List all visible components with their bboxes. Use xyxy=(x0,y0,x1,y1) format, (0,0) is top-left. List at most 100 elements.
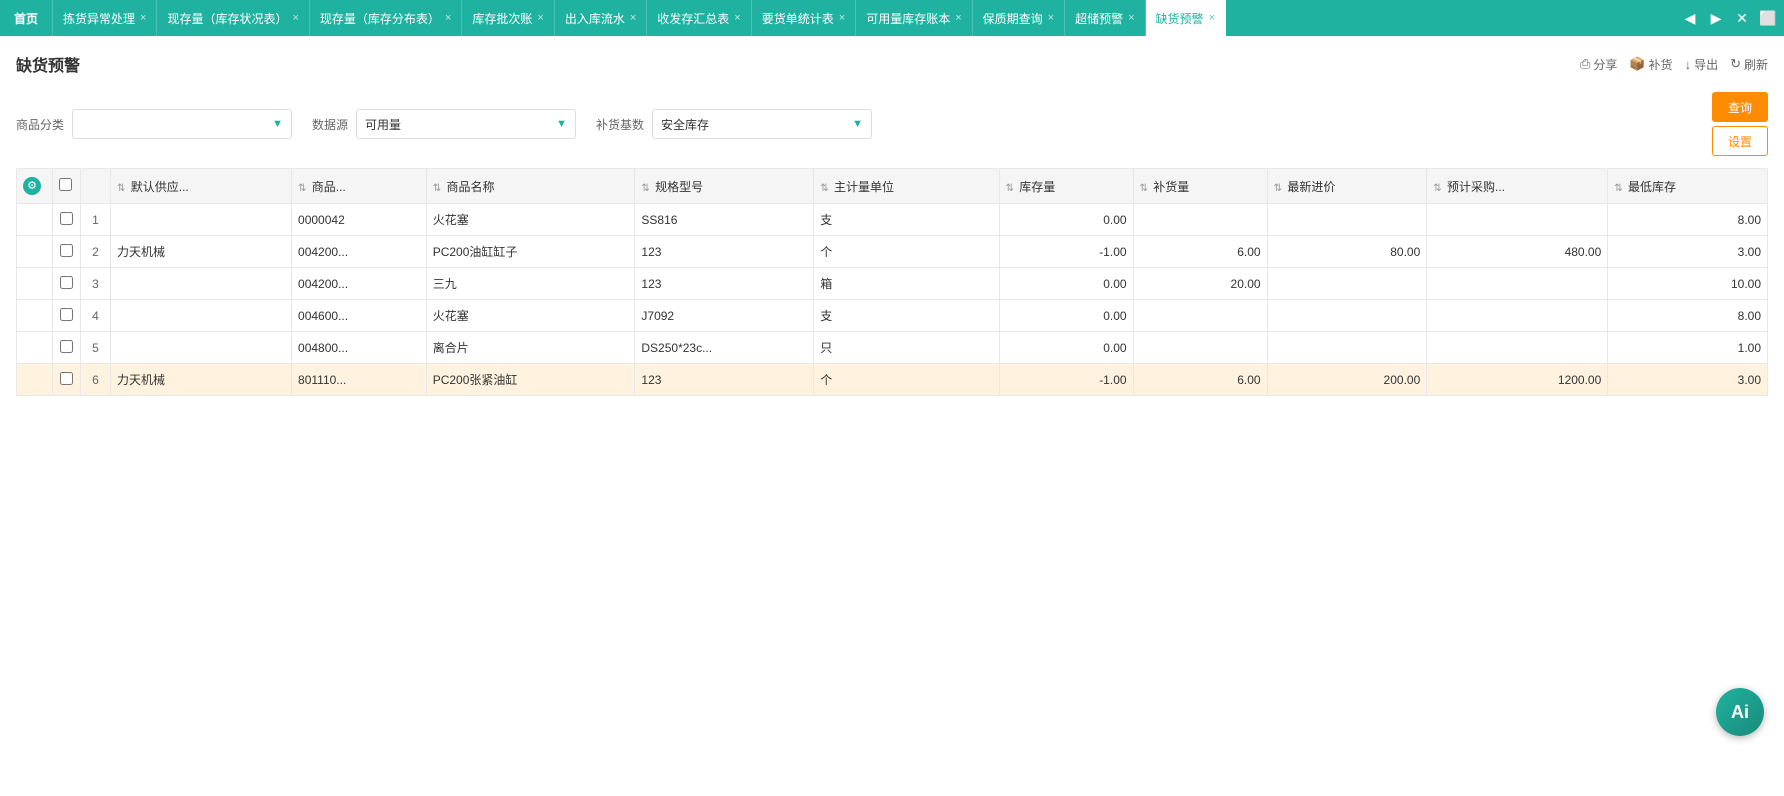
tab-available-ledger-close[interactable]: × xyxy=(955,12,961,24)
replenish-base-select[interactable]: 安全库存 ▼ xyxy=(652,109,872,139)
table-row: 1 0000042 火花塞 SS816 支 0.00 8.00 xyxy=(17,204,1768,236)
export-button[interactable]: ↓ 导出 xyxy=(1685,56,1719,73)
tab-prev-button[interactable]: ◀ xyxy=(1678,6,1702,30)
tab-close-all-button[interactable]: ✕ xyxy=(1730,6,1754,30)
col-product-code[interactable]: ⇅ 商品... xyxy=(292,169,427,204)
col-replenish[interactable]: ⇅ 补货量 xyxy=(1133,169,1267,204)
col-seq xyxy=(81,169,111,204)
sort-icon-replenish: ⇅ xyxy=(1140,183,1148,194)
tab-batch-account-label: 库存批次账 xyxy=(472,10,532,27)
data-source-select[interactable]: 可用量 ▼ xyxy=(356,109,576,139)
tab-abnormal-close[interactable]: × xyxy=(140,12,146,24)
ai-assistant-button[interactable]: Ai xyxy=(1716,688,1764,736)
table-settings-icon[interactable]: ⚙ xyxy=(23,177,41,195)
row-settings-cell xyxy=(17,364,53,396)
replenish-base-value: 安全库存 xyxy=(661,116,709,133)
settings-button[interactable]: 设置 xyxy=(1712,126,1768,156)
share-label: 分享 xyxy=(1593,56,1617,73)
col-min-stock[interactable]: ⇅ 最低库存 xyxy=(1608,169,1768,204)
row-checkbox[interactable] xyxy=(60,212,73,225)
row-checkbox[interactable] xyxy=(60,340,73,353)
row-checkbox-cell xyxy=(53,236,81,268)
col-stock[interactable]: ⇅ 库存量 xyxy=(999,169,1133,204)
tab-shortage-close[interactable]: × xyxy=(1209,12,1215,24)
tab-home[interactable]: 首页 xyxy=(0,0,53,36)
col-unit[interactable]: ⇅ 主计量单位 xyxy=(814,169,999,204)
tab-demand-stat-close[interactable]: × xyxy=(839,12,845,24)
col-checkbox xyxy=(53,169,81,204)
tab-next-button[interactable]: ▶ xyxy=(1704,6,1728,30)
tab-shortage[interactable]: 缺货预警 × xyxy=(1146,0,1226,36)
tab-inventory-dist[interactable]: 现存量（库存分布表） × xyxy=(310,0,462,36)
tab-expiry-query-label: 保质期查询 xyxy=(983,10,1043,27)
export-icon: ↓ xyxy=(1685,57,1692,72)
row-seq: 1 xyxy=(81,204,111,236)
tab-demand-stat-label: 要货单统计表 xyxy=(762,10,834,27)
tab-overstock-close[interactable]: × xyxy=(1128,12,1134,24)
row-product-code: 004200... xyxy=(292,268,427,300)
data-source-label: 数据源 xyxy=(312,116,348,133)
row-supplier xyxy=(111,268,292,300)
row-settings-cell xyxy=(17,332,53,364)
product-category-select[interactable]: ▼ xyxy=(72,109,292,139)
tab-inout-flow-close[interactable]: × xyxy=(630,12,636,24)
row-min-stock: 1.00 xyxy=(1608,332,1768,364)
row-checkbox[interactable] xyxy=(60,244,73,257)
table-row: 2 力天机械 004200... PC200油缸缸子 123 个 -1.00 6… xyxy=(17,236,1768,268)
replenish-button[interactable]: 📦 补货 xyxy=(1629,56,1672,73)
tab-bar: 首页 拣货异常处理 × 现存量（库存状况表） × 现存量（库存分布表） × 库存… xyxy=(0,0,1784,36)
col-product-name[interactable]: ⇅ 商品名称 xyxy=(426,169,635,204)
tab-inventory-status-label: 现存量（库存状况表） xyxy=(167,10,287,27)
tab-demand-stat[interactable]: 要货单统计表 × xyxy=(752,0,856,36)
tab-shortage-label: 缺货预警 xyxy=(1156,10,1204,27)
row-checkbox-cell xyxy=(53,204,81,236)
tab-batch-account[interactable]: 库存批次账 × xyxy=(462,0,554,36)
tab-collect-summary-close[interactable]: × xyxy=(734,12,740,24)
tab-maximize-button[interactable]: ⬜ xyxy=(1756,6,1780,30)
row-unit: 支 xyxy=(814,300,999,332)
row-product-code: 004800... xyxy=(292,332,427,364)
tab-inventory-dist-close[interactable]: × xyxy=(445,12,451,24)
tab-available-ledger[interactable]: 可用量库存账本 × xyxy=(856,0,972,36)
row-checkbox[interactable] xyxy=(60,276,73,289)
tab-expiry-query[interactable]: 保质期查询 × xyxy=(973,0,1065,36)
tab-batch-account-close[interactable]: × xyxy=(537,12,543,24)
row-checkbox[interactable] xyxy=(60,372,73,385)
tab-abnormal[interactable]: 拣货异常处理 × xyxy=(53,0,157,36)
tab-inventory-status-close[interactable]: × xyxy=(292,12,298,24)
replenish-base-group: 补货基数 安全库存 ▼ xyxy=(596,109,872,139)
col-latest-price[interactable]: ⇅ 最新进价 xyxy=(1267,169,1427,204)
row-checkbox[interactable] xyxy=(60,308,73,321)
row-unit: 箱 xyxy=(814,268,999,300)
col-default-supplier[interactable]: ⇅ 默认供应... xyxy=(111,169,292,204)
col-estimated-purchase[interactable]: ⇅ 预计采购... xyxy=(1427,169,1608,204)
share-button[interactable]: ⎙ 分享 xyxy=(1580,56,1617,73)
row-latest-price xyxy=(1267,204,1427,236)
data-source-group: 数据源 可用量 ▼ xyxy=(312,109,576,139)
product-category-group: 商品分类 ▼ xyxy=(16,109,292,139)
refresh-button[interactable]: ↻ 刷新 xyxy=(1730,56,1768,73)
tab-collect-summary[interactable]: 收发存汇总表 × xyxy=(647,0,751,36)
tab-inventory-status[interactable]: 现存量（库存状况表） × xyxy=(157,0,309,36)
tab-expiry-query-close[interactable]: × xyxy=(1048,12,1054,24)
row-replenish: 6.00 xyxy=(1133,364,1267,396)
row-supplier: 力天机械 xyxy=(111,364,292,396)
row-spec: J7092 xyxy=(635,300,814,332)
row-latest-price: 200.00 xyxy=(1267,364,1427,396)
row-settings-cell xyxy=(17,236,53,268)
row-product-name: 离合片 xyxy=(426,332,635,364)
tab-overstock[interactable]: 超储预警 × xyxy=(1065,0,1145,36)
row-stock: 0.00 xyxy=(999,300,1133,332)
col-spec[interactable]: ⇅ 规格型号 xyxy=(635,169,814,204)
select-all-checkbox[interactable] xyxy=(59,178,72,191)
page-title: 缺货预警 xyxy=(16,52,80,76)
row-checkbox-cell xyxy=(53,268,81,300)
query-button[interactable]: 查询 xyxy=(1712,92,1768,122)
tab-inout-flow[interactable]: 出入库流水 × xyxy=(555,0,647,36)
row-stock: 0.00 xyxy=(999,204,1133,236)
row-checkbox-cell xyxy=(53,364,81,396)
row-latest-price: 80.00 xyxy=(1267,236,1427,268)
row-product-name: 火花塞 xyxy=(426,300,635,332)
row-replenish: 20.00 xyxy=(1133,268,1267,300)
row-product-code: 004600... xyxy=(292,300,427,332)
